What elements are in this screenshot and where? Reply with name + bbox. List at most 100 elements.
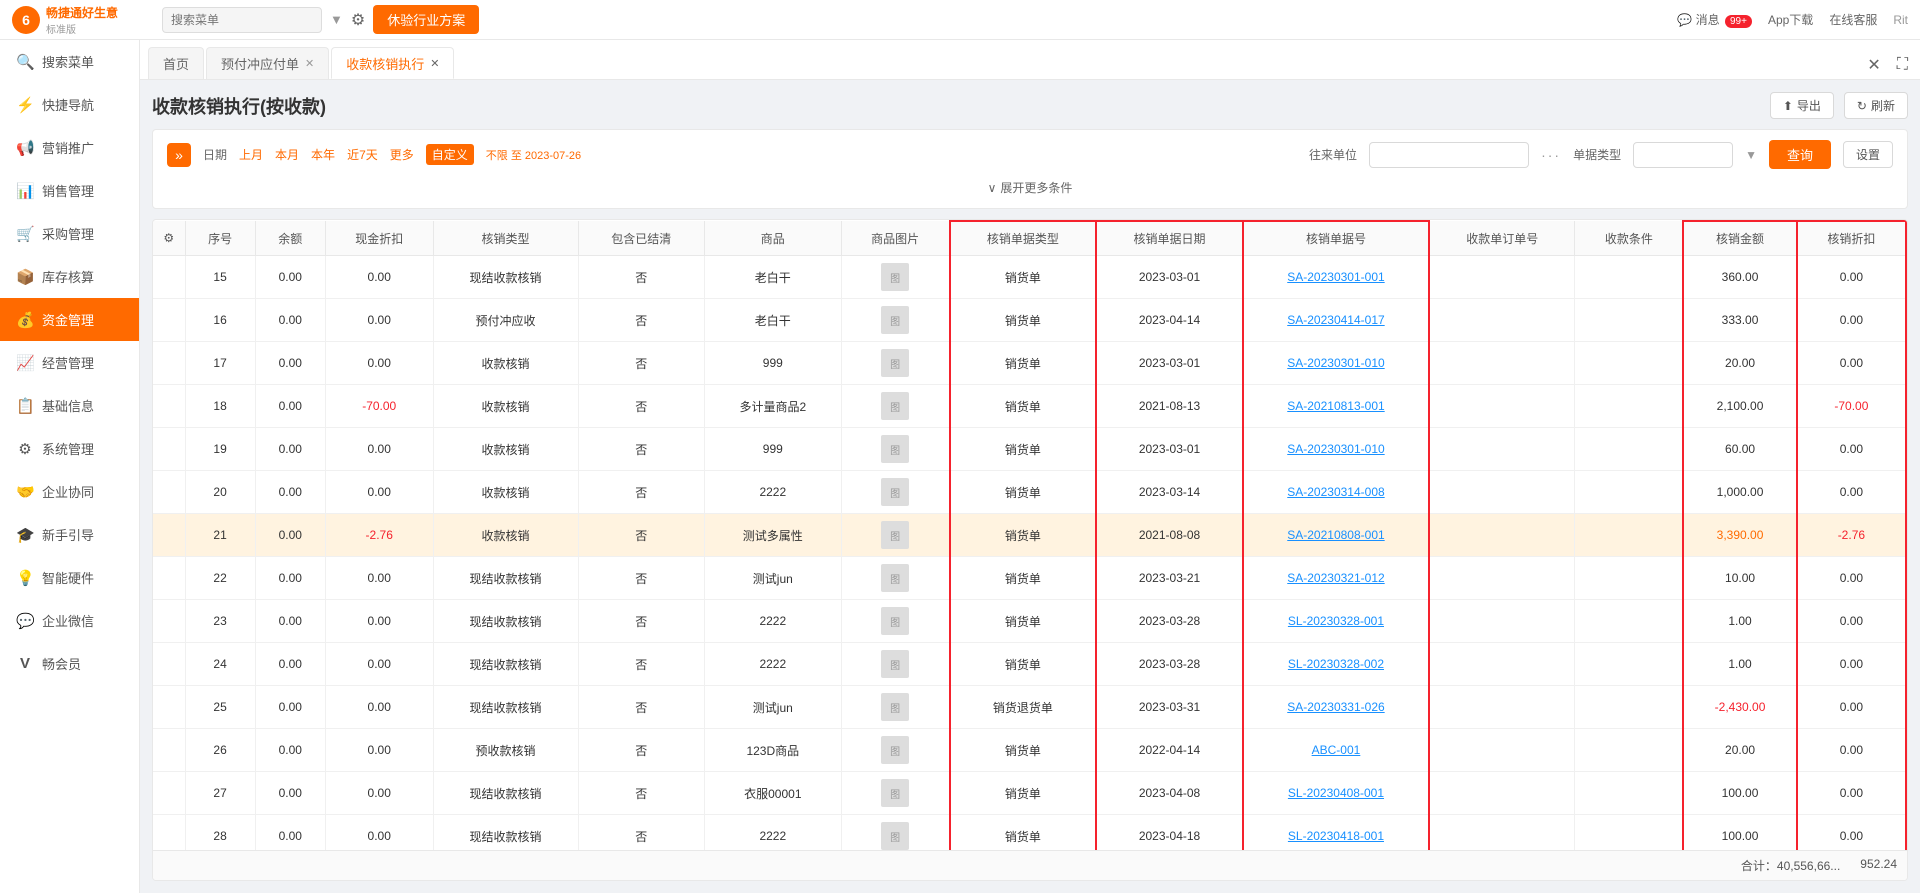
td-verify-amount: 360.00: [1683, 256, 1796, 299]
page-header: 收款核销执行(按收款) ⬆ 导出 ↻ 刷新: [152, 92, 1908, 119]
td-goods-img: 图: [841, 514, 949, 557]
td-goods: 123D商品: [704, 729, 841, 772]
bill-no-link[interactable]: SA-20230301-010: [1287, 442, 1384, 456]
date-hint-area: 不限 至 2023-07-26: [486, 147, 581, 163]
more-filter[interactable]: 更多: [390, 146, 414, 163]
last-month-filter[interactable]: 上月: [239, 146, 263, 163]
filter-expand-btn[interactable]: »: [167, 143, 191, 167]
sidebar-item-inventory[interactable]: 📦 库存核算: [0, 255, 139, 298]
td-balance: 0.00: [255, 471, 325, 514]
bill-no-link[interactable]: SA-20230301-001: [1287, 270, 1384, 284]
td-verify-amount: 333.00: [1683, 299, 1796, 342]
last7-filter[interactable]: 近7天: [347, 146, 378, 163]
td-cash-discount: 0.00: [325, 729, 433, 772]
bill-no-link[interactable]: ABC-001: [1312, 743, 1361, 757]
expand-more-btn[interactable]: ∨ 展开更多条件: [988, 177, 1073, 198]
td-receipt-order-no: [1429, 256, 1575, 299]
td-hs-bill-date: 2021-08-13: [1096, 385, 1243, 428]
app-sub-title: 标准版: [46, 21, 118, 36]
td-balance: 0.00: [255, 815, 325, 851]
sidebar-item-wechat[interactable]: 💬 企业微信: [0, 599, 139, 642]
refresh-btn[interactable]: ↻ 刷新: [1844, 92, 1908, 119]
td-gear: [153, 815, 185, 851]
th-gear[interactable]: ⚙: [153, 221, 185, 256]
sidebar-item-system[interactable]: ⚙ 系统管理: [0, 427, 139, 470]
td-goods-img: 图: [841, 256, 949, 299]
td-gear: [153, 600, 185, 643]
close-receipt-verify-tab-icon[interactable]: ✕: [430, 57, 439, 70]
td-receipt-order-no: [1429, 729, 1575, 772]
td-cash-discount: 0.00: [325, 686, 433, 729]
query-btn[interactable]: 查询: [1769, 140, 1831, 169]
expand-tabs-btn[interactable]: ⛶: [1893, 52, 1912, 78]
this-year-filter[interactable]: 本年: [311, 146, 335, 163]
sidebar-item-sales[interactable]: 📊 销售管理: [0, 169, 139, 212]
this-month-filter[interactable]: 本月: [275, 146, 299, 163]
bill-no-link[interactable]: SL-20230328-001: [1288, 614, 1384, 628]
bill-no-link[interactable]: SA-20230414-017: [1287, 313, 1384, 327]
td-no: 20: [185, 471, 255, 514]
sidebar-item-purchase[interactable]: 🛒 采购管理: [0, 212, 139, 255]
sidebar-item-marketing[interactable]: 📢 营销推广: [0, 126, 139, 169]
table-row: 19 0.00 0.00 收款核销 否 999 图 销货单 2023-03-01…: [153, 428, 1906, 471]
td-cash-discount: 0.00: [325, 256, 433, 299]
sidebar-item-business[interactable]: 📈 经营管理: [0, 341, 139, 384]
top-bar: 6 畅捷通好生意 标准版 ▼ ⚙ 休验行业方案 💬 消息 99+ App下载 在…: [0, 0, 1920, 40]
td-receipt-order-no: [1429, 299, 1575, 342]
bill-no-link[interactable]: SL-20230418-001: [1288, 829, 1384, 843]
td-verify-amount: 100.00: [1683, 772, 1796, 815]
td-gear: [153, 299, 185, 342]
industry-btn[interactable]: 休验行业方案: [373, 5, 479, 34]
setting-btn[interactable]: 设置: [1843, 141, 1893, 168]
td-hs-bill-date: 2023-03-28: [1096, 600, 1243, 643]
td-hs-bill-type: 销货单: [950, 342, 1097, 385]
td-cash-discount: 0.00: [325, 471, 433, 514]
bill-type-select[interactable]: [1633, 142, 1733, 168]
page-title: 收款核销执行(按收款): [152, 93, 326, 119]
top-search-input[interactable]: [162, 7, 322, 33]
tab-prepay[interactable]: 预付冲应付单 ✕: [206, 47, 329, 79]
td-receipt-condition: [1575, 256, 1683, 299]
sidebar-item-collab[interactable]: 🤝 企业协同: [0, 470, 139, 513]
bill-no-link[interactable]: SA-20230331-026: [1287, 700, 1384, 714]
td-hs-bill-date: 2023-03-01: [1096, 428, 1243, 471]
close-prepay-tab-icon[interactable]: ✕: [305, 57, 314, 70]
online-service-link[interactable]: 在线客服: [1829, 11, 1877, 28]
table-row: 21 0.00 -2.76 收款核销 否 测试多属性 图 销货单 2021-08…: [153, 514, 1906, 557]
bill-no-link[interactable]: SA-20230314-008: [1287, 485, 1384, 499]
message-area[interactable]: 💬 消息 99+: [1677, 11, 1752, 28]
nav-icon: ⚡: [16, 96, 34, 114]
chevron-down-icon: ∨: [988, 181, 997, 195]
collab-icon: 🤝: [16, 483, 34, 501]
bill-no-link[interactable]: SA-20210813-001: [1287, 399, 1384, 413]
partner-input[interactable]: [1369, 142, 1529, 168]
sales-icon: 📊: [16, 182, 34, 200]
table-row: 28 0.00 0.00 现结收款核销 否 2222 图 销货单 2023-04…: [153, 815, 1906, 851]
tab-receipt-verify[interactable]: 收款核销执行 ✕: [331, 47, 454, 79]
export-btn[interactable]: ⬆ 导出: [1770, 92, 1834, 119]
custom-filter[interactable]: 自定义: [426, 144, 474, 165]
table-scroll[interactable]: ⚙ 序号 余额 现金折扣 核销类型 包含已结清 商品 商品图片 核销单据类型 核…: [153, 220, 1907, 850]
gear-icon[interactable]: ⚙: [351, 10, 365, 30]
sidebar-item-search[interactable]: 🔍 搜索菜单: [0, 40, 139, 83]
app-download-link[interactable]: App下载: [1768, 11, 1813, 28]
bill-no-link[interactable]: SL-20230408-001: [1288, 786, 1384, 800]
inventory-icon: 📦: [16, 268, 34, 286]
table-row: 26 0.00 0.00 预收款核销 否 123D商品 图 销货单 2022-0…: [153, 729, 1906, 772]
bill-no-link[interactable]: SL-20230328-002: [1288, 657, 1384, 671]
bill-no-link[interactable]: SA-20210808-001: [1287, 528, 1384, 542]
sidebar-item-guide[interactable]: 🎓 新手引导: [0, 513, 139, 556]
td-receipt-order-no: [1429, 428, 1575, 471]
close-all-tabs-btn[interactable]: ✕: [1863, 51, 1884, 79]
sidebar-item-hardware[interactable]: 💡 智能硬件: [0, 556, 139, 599]
sidebar-item-nav[interactable]: ⚡ 快捷导航: [0, 83, 139, 126]
td-hs-bill-no: SA-20230414-017: [1243, 299, 1429, 342]
bill-no-link[interactable]: SA-20230301-010: [1287, 356, 1384, 370]
bill-no-link[interactable]: SA-20230321-012: [1287, 571, 1384, 585]
hardware-icon: 💡: [16, 569, 34, 587]
sidebar-item-finance[interactable]: 💰 资金管理: [0, 298, 139, 341]
sidebar-item-member[interactable]: V 畅会员: [0, 642, 139, 685]
tab-home[interactable]: 首页: [148, 47, 204, 79]
partner-label: 往来单位: [1309, 146, 1357, 163]
sidebar-item-basic[interactable]: 📋 基础信息: [0, 384, 139, 427]
